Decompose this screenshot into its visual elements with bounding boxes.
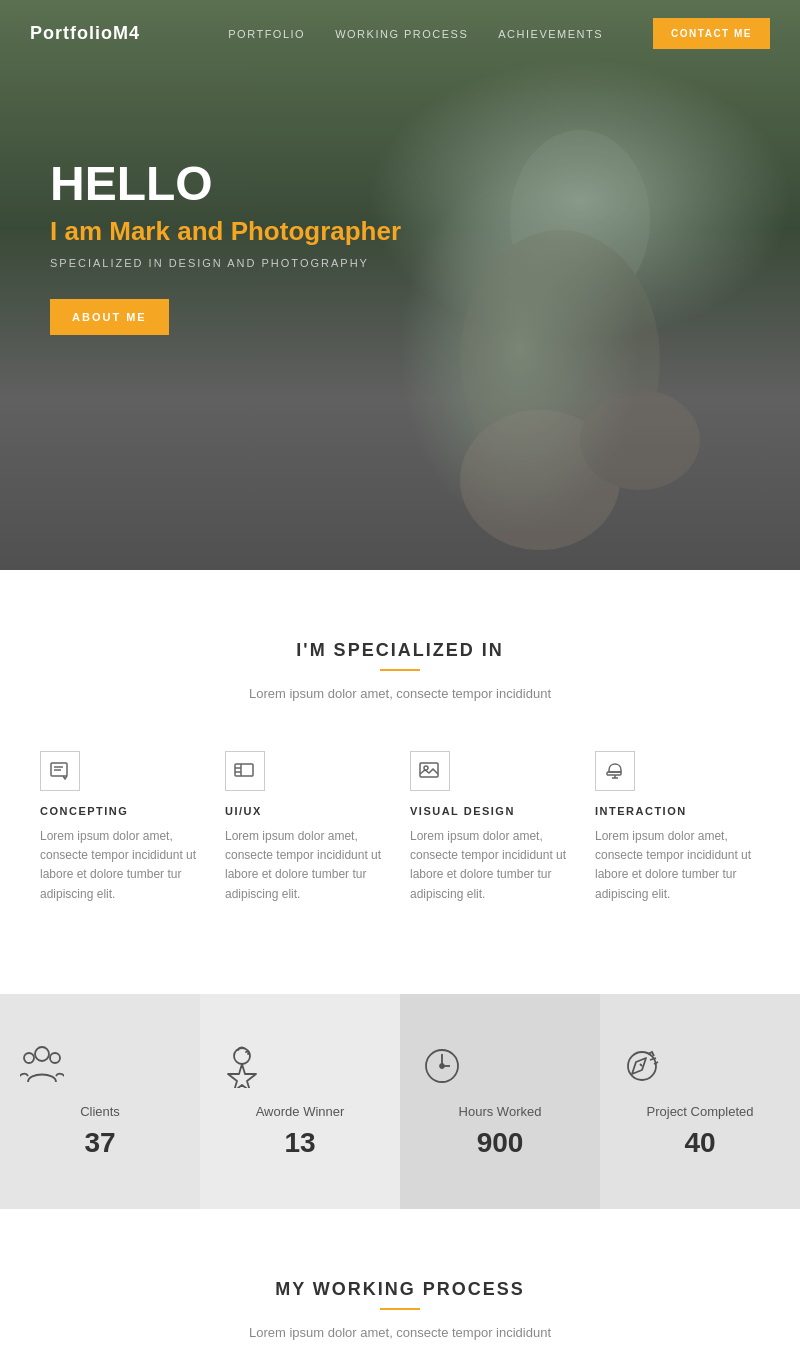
stats-section: Clients 37 Aworde Winner 13 Hours Worked…: [0, 994, 800, 1209]
svg-rect-13: [607, 772, 621, 775]
hero-subtitle: I am Mark and Photographer: [50, 216, 401, 247]
interaction-icon: [595, 751, 635, 791]
skills-grid: CONCEPTING Lorem ipsum dolor amet, conse…: [40, 751, 760, 904]
hero-specialized: SPECIALIZED IN DESIGN AND PHOTOGRAPHY: [50, 257, 401, 269]
stat-awards-value: 13: [220, 1127, 380, 1159]
stat-hours-label: Hours Worked: [420, 1104, 580, 1119]
skill-uiux-title: UI/UX: [225, 805, 390, 817]
svg-point-3: [580, 390, 700, 490]
skill-visual-desc: Lorem ipsum dolor amet, consecte tempor …: [410, 827, 575, 904]
hero-content: HELLO I am Mark and Photographer SPECIAL…: [50, 160, 401, 335]
process-subtitle: Lorem ipsum dolor amet, consecte tempor …: [40, 1325, 760, 1340]
skill-interaction-title: INTERACTION: [595, 805, 760, 817]
awards-icon: [220, 1044, 380, 1088]
process-title: MY WORKING PROCESS: [40, 1279, 760, 1300]
projects-icon: [620, 1044, 780, 1088]
process-underline: [380, 1308, 420, 1310]
skill-interaction-desc: Lorem ipsum dolor amet, consecte tempor …: [595, 827, 760, 904]
svg-point-17: [50, 1053, 60, 1063]
nav-link-portfolio[interactable]: PORTFOLIO: [228, 28, 305, 40]
stat-projects-label: Project Completed: [620, 1104, 780, 1119]
nav-link-process[interactable]: WORKING PROCESS: [335, 28, 468, 40]
stat-hours-value: 900: [420, 1127, 580, 1159]
svg-rect-7: [235, 764, 253, 776]
uiux-icon: [225, 751, 265, 791]
svg-point-18: [24, 1053, 34, 1063]
hero-hello: HELLO: [50, 160, 401, 208]
specialized-section: I'M SPECIALIZED IN Lorem ipsum dolor ame…: [0, 570, 800, 964]
svg-point-23: [440, 1064, 444, 1068]
skill-visual-title: VISUAL DESIGN: [410, 805, 575, 817]
stat-clients-value: 37: [20, 1127, 180, 1159]
hero-subtitle-plain: I am Mark and: [50, 216, 231, 246]
stat-awards-label: Aworde Winner: [220, 1104, 380, 1119]
nav-links: PORTFOLIO WORKING PROCESS ACHIEVEMENTS C…: [228, 18, 770, 49]
contact-button[interactable]: CONTACT ME: [653, 18, 770, 49]
process-section: MY WORKING PROCESS Lorem ipsum dolor ame…: [0, 1209, 800, 1350]
stat-clients: Clients 37: [0, 994, 200, 1209]
clients-icon: [20, 1044, 180, 1088]
skill-uiux: UI/UX Lorem ipsum dolor amet, consecte t…: [225, 751, 390, 904]
svg-rect-11: [420, 763, 438, 777]
svg-point-16: [35, 1047, 49, 1061]
nav-link-achievements[interactable]: ACHIEVEMENTS: [498, 28, 603, 40]
skill-interaction: INTERACTION Lorem ipsum dolor amet, cons…: [595, 751, 760, 904]
specialized-title: I'M SPECIALIZED IN: [40, 640, 760, 661]
hero-subtitle-highlight: Photographer: [231, 216, 401, 246]
stat-projects-value: 40: [620, 1127, 780, 1159]
skill-concepting-title: CONCEPTING: [40, 805, 205, 817]
navbar: PortfolioM4 PORTFOLIO WORKING PROCESS AC…: [0, 0, 800, 67]
svg-point-19: [234, 1048, 250, 1064]
specialized-subtitle: Lorem ipsum dolor amet, consecte tempor …: [40, 686, 760, 701]
stat-projects: Project Completed 40: [600, 994, 800, 1209]
skill-concepting-desc: Lorem ipsum dolor amet, consecte tempor …: [40, 827, 205, 904]
visual-icon: [410, 751, 450, 791]
hours-icon: [420, 1044, 580, 1088]
stat-hours: Hours Worked 900: [400, 994, 600, 1209]
stat-awards: Aworde Winner 13: [200, 994, 400, 1209]
stat-clients-label: Clients: [20, 1104, 180, 1119]
about-me-button[interactable]: ABOUT ME: [50, 299, 169, 335]
specialized-underline: [380, 669, 420, 671]
skill-uiux-desc: Lorem ipsum dolor amet, consecte tempor …: [225, 827, 390, 904]
svg-line-25: [640, 1064, 642, 1066]
concepting-icon: [40, 751, 80, 791]
nav-logo[interactable]: PortfolioM4: [30, 23, 228, 44]
hero-section: HELLO I am Mark and Photographer SPECIAL…: [0, 0, 800, 570]
skill-visual: VISUAL DESIGN Lorem ipsum dolor amet, co…: [410, 751, 575, 904]
skill-concepting: CONCEPTING Lorem ipsum dolor amet, conse…: [40, 751, 205, 904]
